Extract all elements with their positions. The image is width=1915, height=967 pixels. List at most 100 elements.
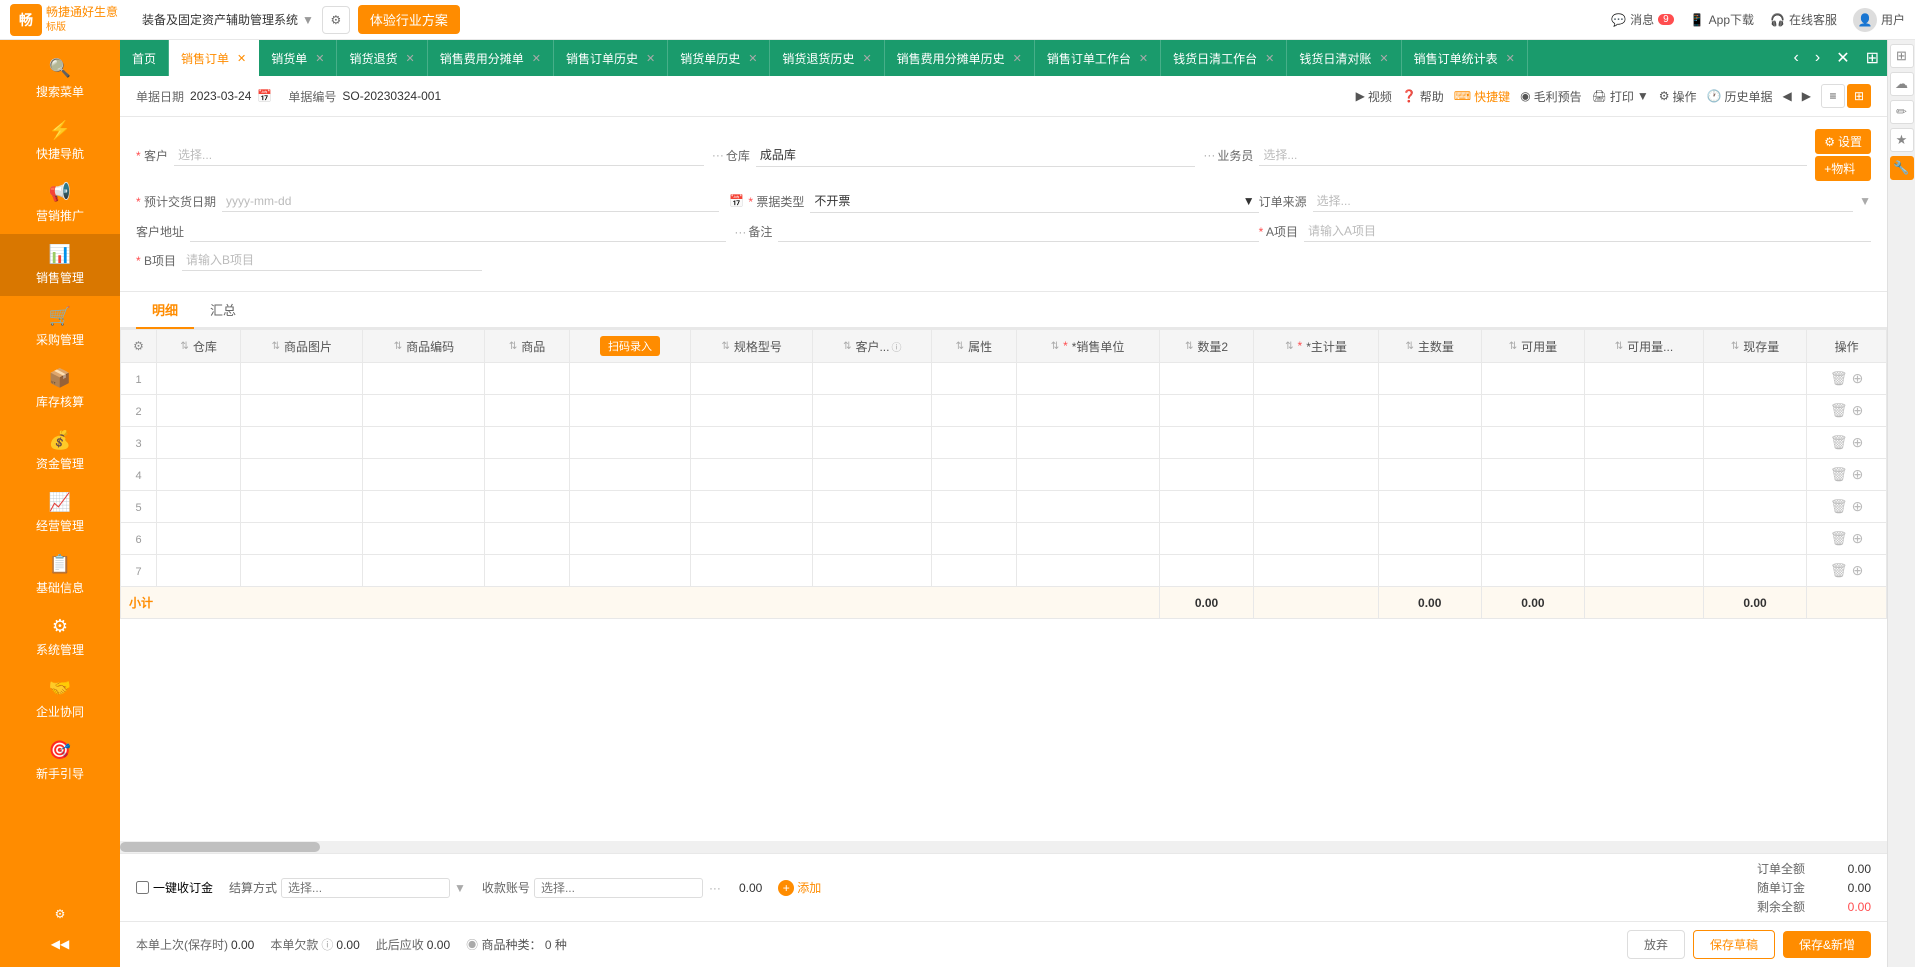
customer-input[interactable] [174, 145, 704, 166]
copy-row-2-icon[interactable]: ⊕ [1852, 402, 1864, 419]
tab-sales-return[interactable]: 销货退货 ✕ [337, 40, 427, 76]
th-qty2[interactable]: ⇅数量2 [1159, 330, 1254, 363]
tab-close-invoice-history[interactable]: ✕ [748, 52, 757, 65]
shortcut-button[interactable]: ⌨ 快捷键 [1454, 88, 1510, 105]
tab-return-history[interactable]: 销货退货历史 ✕ [770, 40, 884, 76]
discard-button[interactable]: 放弃 [1627, 930, 1685, 959]
sidebar-item-basic-info[interactable]: 📋 基础信息 [0, 544, 120, 606]
row-code-1[interactable] [363, 363, 485, 395]
row-warehouse-5[interactable] [157, 491, 241, 523]
copy-row-1-icon[interactable]: ⊕ [1852, 370, 1864, 387]
row-warehouse-1[interactable] [157, 363, 241, 395]
list-view-button[interactable]: ≡ [1821, 84, 1845, 108]
row-qty2-1[interactable] [1159, 363, 1254, 395]
chevron-down-icon[interactable]: ▼ [302, 13, 314, 27]
sidebar-item-finance[interactable]: 💰 资金管理 [0, 420, 120, 482]
tab-close-sales-order[interactable]: ✕ [237, 52, 246, 65]
add-button[interactable]: + 添加 [778, 879, 821, 896]
copy-row-7-icon[interactable]: ⊕ [1852, 562, 1864, 579]
row-warehouse-4[interactable] [157, 459, 241, 491]
right-panel-star-icon[interactable]: ★ [1890, 128, 1914, 152]
view-video-button[interactable]: ▶ 视频 [1356, 88, 1392, 105]
tab-close-cash-reconcile[interactable]: ✕ [1379, 52, 1388, 65]
tab-sales-expense[interactable]: 销售费用分摊单 ✕ [428, 40, 554, 76]
scan-button[interactable]: 扫码录入 [600, 336, 660, 356]
save-draft-button[interactable]: 保存草稿 [1693, 930, 1775, 959]
sidebar-item-inventory[interactable]: 📦 库存核算 [0, 358, 120, 420]
th-sales-unit[interactable]: ⇅**销售单位 [1016, 330, 1159, 363]
tab-close-sales-stats[interactable]: ✕ [1506, 52, 1515, 65]
scroll-thumb[interactable] [120, 842, 320, 852]
sidebar-item-purchase[interactable]: 🛒 采购管理 [0, 296, 120, 358]
tab-cash-workbench[interactable]: 钱货日清工作台 ✕ [1161, 40, 1287, 76]
tab-close-sales-invoice[interactable]: ✕ [315, 52, 324, 65]
profit-preview-button[interactable]: ◉ 毛利预告 [1520, 88, 1582, 105]
tab-close-all-button[interactable]: ✕ [1828, 40, 1857, 76]
sidebar-collapse-button[interactable]: ◀◀ [0, 929, 120, 959]
tab-detail[interactable]: 明细 [136, 292, 194, 329]
print-button[interactable]: 🖨 打印 ▼ [1592, 88, 1649, 105]
one-click-checkbox-input[interactable] [136, 881, 149, 894]
tab-home[interactable]: 首页 [120, 40, 169, 76]
tab-sales-order-history[interactable]: 销售订单历史 ✕ [554, 40, 668, 76]
row-warehouse-7[interactable] [157, 555, 241, 587]
tab-close-order-workbench[interactable]: ✕ [1139, 52, 1148, 65]
tab-summary[interactable]: 汇总 [194, 292, 252, 329]
sidebar-item-sales[interactable]: 📊 销售管理 [0, 234, 120, 296]
th-product-name[interactable]: ⇅商品 [485, 330, 569, 363]
sidebar-bottom-settings[interactable]: ⚙ [0, 899, 120, 929]
right-panel-tool-icon[interactable]: 🔧 [1890, 156, 1914, 180]
user-button[interactable]: 👤 用户 [1853, 8, 1905, 32]
settings-btn[interactable]: ⚙ 设置 [1815, 129, 1871, 154]
sidebar-item-nav[interactable]: ⚡ 快捷导航 [0, 110, 120, 172]
settings-th-icon[interactable]: ⚙ [133, 339, 144, 353]
th-available[interactable]: ⇅可用量 [1481, 330, 1584, 363]
message-button[interactable]: 💬 消息 9 [1611, 11, 1674, 28]
tab-next-button[interactable]: › [1807, 40, 1828, 76]
tab-close-sales-return[interactable]: ✕ [406, 52, 415, 65]
delete-row-4-icon[interactable]: 🗑 [1830, 466, 1848, 483]
row-product-1[interactable] [485, 363, 569, 395]
delete-row-5-icon[interactable]: 🗑 [1830, 498, 1848, 515]
right-panel-cloud-icon[interactable]: ☁ [1890, 72, 1914, 96]
customer-address-input[interactable] [190, 221, 726, 242]
collection-account-input[interactable] [534, 878, 703, 898]
row-unit-1[interactable] [1016, 363, 1159, 395]
th-product-image[interactable]: ⇅商品图片 [241, 330, 363, 363]
one-click-collection-checkbox[interactable]: 一键收订金 [136, 879, 213, 896]
next-record-button[interactable]: ▶ [1802, 89, 1811, 103]
th-customer-code[interactable]: ⇅客户...ⓘ [813, 330, 932, 363]
warehouse-more-button[interactable]: ··· [1201, 148, 1217, 162]
delete-row-6-icon[interactable]: 🗑 [1830, 530, 1848, 547]
b-project-input[interactable] [182, 250, 482, 271]
prev-record-button[interactable]: ◀ [1783, 89, 1792, 103]
calendar2-icon[interactable]: 📅 [725, 194, 748, 208]
tab-invoice-history[interactable]: 销货单历史 ✕ [668, 40, 770, 76]
app-download-button[interactable]: 📱 App下载 [1690, 11, 1754, 28]
operations-button[interactable]: ⚙ 操作 [1659, 88, 1697, 105]
th-warehouse[interactable]: ⇅仓库 [157, 330, 241, 363]
th-current-stock[interactable]: ⇅现存量 [1703, 330, 1806, 363]
customer-more-button[interactable]: ··· [710, 148, 726, 162]
sidebar-item-marketing[interactable]: 📢 营销推广 [0, 172, 120, 234]
grid-view-button[interactable]: ⊞ [1847, 84, 1871, 108]
order-source-input[interactable] [1313, 191, 1853, 212]
tab-close-return-history[interactable]: ✕ [862, 52, 871, 65]
add-material-btn[interactable]: +物料 [1815, 156, 1871, 181]
save-new-button[interactable]: 保存&新增 [1783, 931, 1871, 958]
a-project-input[interactable] [1304, 221, 1871, 242]
tab-prev-button[interactable]: ‹ [1786, 40, 1807, 76]
th-settings[interactable]: ⚙ [121, 330, 157, 363]
history-button[interactable]: 🕐 历史单据 [1707, 88, 1773, 105]
tab-cash-reconcile[interactable]: 钱货日清对账 ✕ [1287, 40, 1401, 76]
tab-sales-order[interactable]: 销售订单 ✕ [169, 40, 259, 76]
tab-expense-history[interactable]: 销售费用分摊单历史 ✕ [885, 40, 1035, 76]
right-panel-edit-icon[interactable]: ✏ [1890, 100, 1914, 124]
right-panel-grid-icon[interactable]: ⊞ [1890, 44, 1914, 68]
gear-button[interactable]: ⚙ [322, 6, 350, 34]
copy-row-6-icon[interactable]: ⊕ [1852, 530, 1864, 547]
delete-row-2-icon[interactable]: 🗑 [1830, 402, 1848, 419]
copy-row-5-icon[interactable]: ⊕ [1852, 498, 1864, 515]
delete-row-7-icon[interactable]: 🗑 [1830, 562, 1848, 579]
th-product-code[interactable]: ⇅商品编码 [363, 330, 485, 363]
